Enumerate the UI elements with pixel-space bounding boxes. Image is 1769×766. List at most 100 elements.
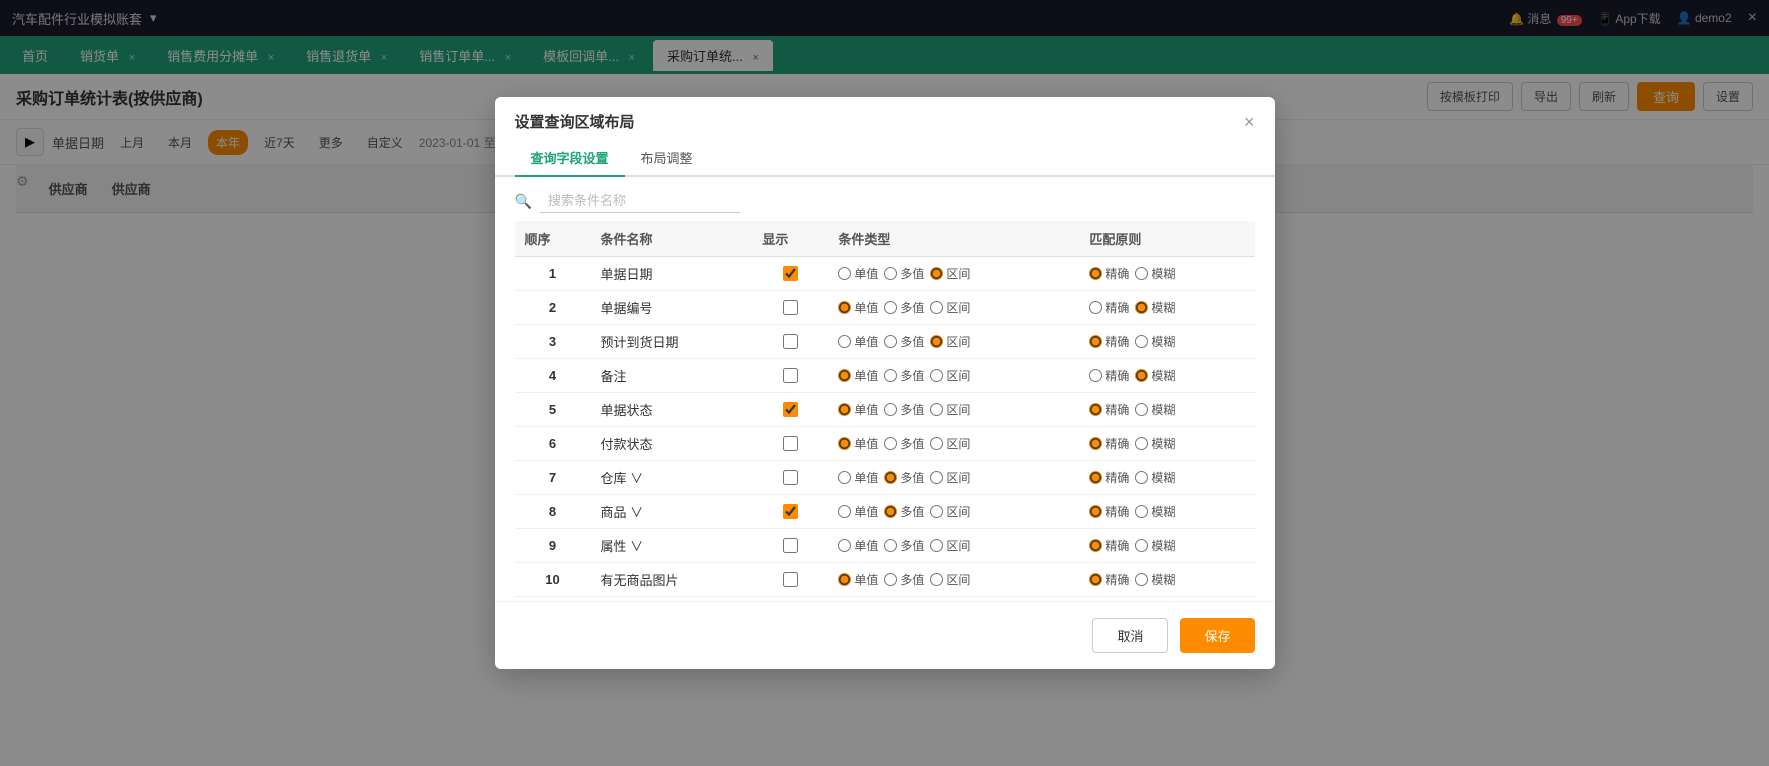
row-match: 精确 模糊 (1079, 529, 1254, 563)
display-checkbox-10[interactable] (783, 572, 798, 587)
row-type: 单值 多值 区间 (828, 393, 1079, 427)
type-multi-7[interactable] (884, 471, 897, 484)
modal-search-area: 🔍 (495, 177, 1275, 221)
type-multi-3[interactable] (884, 335, 897, 348)
modal-close-btn[interactable]: × (1244, 113, 1255, 131)
row-display (752, 529, 828, 563)
row-display (752, 461, 828, 495)
row-name: 备注 (590, 359, 752, 393)
display-checkbox-5[interactable] (783, 402, 798, 417)
match-fuzzy-6[interactable] (1135, 437, 1148, 450)
type-range-8[interactable] (930, 505, 943, 518)
modal-table-container: 顺序 条件名称 显示 条件类型 匹配原则 1 单据日期 (495, 221, 1275, 601)
row-name: 付款状态 (590, 427, 752, 461)
match-fuzzy-10[interactable] (1135, 573, 1148, 586)
row-order: 6 (515, 427, 591, 461)
row-match: 精确 模糊 (1079, 393, 1254, 427)
display-checkbox-4[interactable] (783, 368, 798, 383)
type-single-2[interactable] (838, 301, 851, 314)
modal-title: 设置查询区域布局 (515, 111, 635, 132)
row-type: 单值 多值 区间 (828, 563, 1079, 597)
match-exact-10[interactable] (1089, 573, 1102, 586)
type-single-1[interactable] (838, 267, 851, 280)
table-body: 1 单据日期 单值 多值 区间 (515, 257, 1255, 602)
type-range-10[interactable] (930, 573, 943, 586)
match-exact-1[interactable] (1089, 267, 1102, 280)
row-order: 11 (515, 597, 591, 602)
match-exact-7[interactable] (1089, 471, 1102, 484)
match-fuzzy-1[interactable] (1135, 267, 1148, 280)
type-range-9[interactable] (930, 539, 943, 552)
type-range-7[interactable] (930, 471, 943, 484)
row-order: 7 (515, 461, 591, 495)
table-row: 10 有无商品图片 单值 多值 区间 (515, 563, 1255, 597)
match-fuzzy-9[interactable] (1135, 539, 1148, 552)
modal-tabs: 查询字段设置 布局调整 (495, 132, 1275, 177)
type-range-4[interactable] (930, 369, 943, 382)
row-name: 预计到货日期 (590, 325, 752, 359)
match-fuzzy-2[interactable] (1135, 301, 1148, 314)
match-fuzzy-7[interactable] (1135, 471, 1148, 484)
table-row: 8 商品 ∨ 单值 多值 区间 (515, 495, 1255, 529)
type-single-3[interactable] (838, 335, 851, 348)
cancel-btn[interactable]: 取消 (1092, 618, 1168, 653)
display-checkbox-8[interactable] (783, 504, 798, 519)
type-range-3[interactable] (930, 335, 943, 348)
type-multi-8[interactable] (884, 505, 897, 518)
match-exact-3[interactable] (1089, 335, 1102, 348)
row-name: 审核结账日期 (590, 597, 752, 602)
row-type: 单值 多值 区间 (828, 427, 1079, 461)
row-type: 单值 多值 区间 (828, 495, 1079, 529)
match-exact-2[interactable] (1089, 301, 1102, 314)
th-match: 匹配原则 (1079, 221, 1254, 257)
type-single-4[interactable] (838, 369, 851, 382)
modal-tab-query-fields[interactable]: 查询字段设置 (515, 140, 625, 177)
type-single-6[interactable] (838, 437, 851, 450)
row-type: 单值 多值 区间 (828, 461, 1079, 495)
display-checkbox-9[interactable] (783, 538, 798, 553)
match-fuzzy-5[interactable] (1135, 403, 1148, 416)
display-checkbox-6[interactable] (783, 436, 798, 451)
display-checkbox-1[interactable] (783, 266, 798, 281)
type-range-2[interactable] (930, 301, 943, 314)
search-input[interactable] (540, 189, 740, 213)
type-single-7[interactable] (838, 471, 851, 484)
display-checkbox-2[interactable] (783, 300, 798, 315)
table-row: 9 属性 ∨ 单值 多值 区间 (515, 529, 1255, 563)
row-match: 精确 模糊 (1079, 427, 1254, 461)
type-multi-1[interactable] (884, 267, 897, 280)
match-exact-8[interactable] (1089, 505, 1102, 518)
match-exact-6[interactable] (1089, 437, 1102, 450)
modal-tab-layout[interactable]: 布局调整 (625, 140, 709, 177)
row-display (752, 563, 828, 597)
match-exact-9[interactable] (1089, 539, 1102, 552)
type-range-5[interactable] (930, 403, 943, 416)
type-single-9[interactable] (838, 539, 851, 552)
row-match: 精确 模糊 (1079, 495, 1254, 529)
row-name: 单据编号 (590, 291, 752, 325)
match-fuzzy-3[interactable] (1135, 335, 1148, 348)
display-checkbox-7[interactable] (783, 470, 798, 485)
type-single-8[interactable] (838, 505, 851, 518)
match-exact-5[interactable] (1089, 403, 1102, 416)
row-order: 2 (515, 291, 591, 325)
row-display (752, 597, 828, 602)
type-range-1[interactable] (930, 267, 943, 280)
type-multi-2[interactable] (884, 301, 897, 314)
display-checkbox-3[interactable] (783, 334, 798, 349)
type-multi-6[interactable] (884, 437, 897, 450)
modal-footer: 取消 保存 (495, 601, 1275, 669)
match-fuzzy-4[interactable] (1135, 369, 1148, 382)
type-single-10[interactable] (838, 573, 851, 586)
table-row: 11 审核结账日期 单值 多值 区间 (515, 597, 1255, 602)
type-single-5[interactable] (838, 403, 851, 416)
match-fuzzy-8[interactable] (1135, 505, 1148, 518)
type-range-6[interactable] (930, 437, 943, 450)
save-btn[interactable]: 保存 (1180, 618, 1254, 653)
type-multi-5[interactable] (884, 403, 897, 416)
type-multi-10[interactable] (884, 573, 897, 586)
type-multi-9[interactable] (884, 539, 897, 552)
match-exact-4[interactable] (1089, 369, 1102, 382)
row-order: 4 (515, 359, 591, 393)
type-multi-4[interactable] (884, 369, 897, 382)
